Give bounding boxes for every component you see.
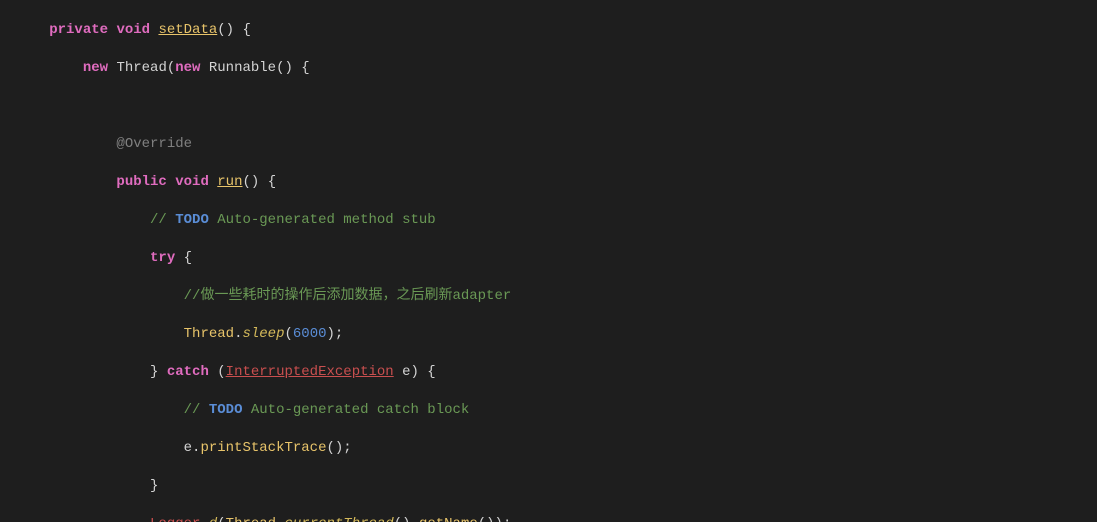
code-line: e.printStackTrace();: [0, 439, 1097, 458]
code-line: public void run() {: [0, 173, 1097, 192]
code-line: } catch (InterruptedException e) {: [0, 363, 1097, 382]
code-line: @Override: [0, 135, 1097, 154]
code-line: [0, 97, 1097, 116]
code-editor[interactable]: private void setData() { new Thread(new …: [0, 0, 1097, 522]
code-line: }: [0, 477, 1097, 496]
code-line: //做一些耗时的操作后添加数据，之后刷新adapter: [0, 287, 1097, 306]
code-line: private void setData() {: [0, 21, 1097, 40]
code-line: // TODO Auto-generated catch block: [0, 401, 1097, 420]
code-line: try {: [0, 249, 1097, 268]
code-line: // TODO Auto-generated method stub: [0, 211, 1097, 230]
code-line: Thread.sleep(6000);: [0, 325, 1097, 344]
code-line: new Thread(new Runnable() {: [0, 59, 1097, 78]
code-line: Logger.d(Thread.currentThread().getName(…: [0, 515, 1097, 522]
